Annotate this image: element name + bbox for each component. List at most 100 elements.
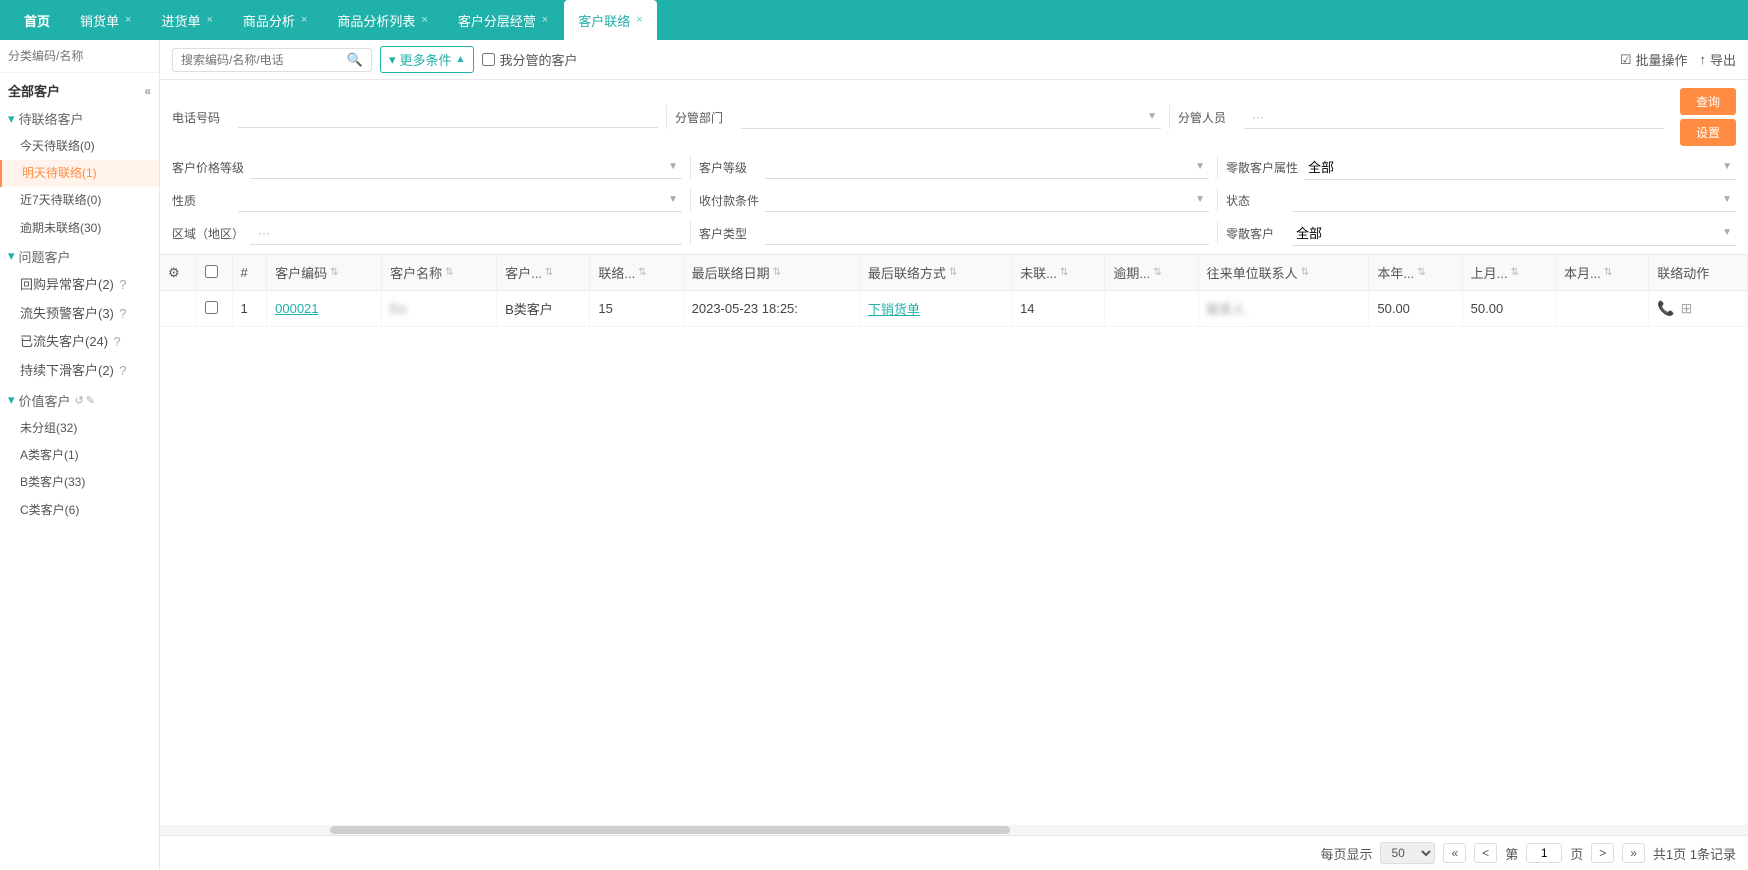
filter-cust-grade-select[interactable]: ▼: [765, 155, 1209, 179]
nav-purchase[interactable]: 进货单 ×: [147, 0, 226, 40]
th-code[interactable]: 客户编码 ⇅: [267, 255, 382, 291]
filter-label: 更多条件: [400, 50, 452, 69]
th-last-month[interactable]: 上月... ⇅: [1462, 255, 1555, 291]
page-size-select[interactable]: 50 100 200: [1380, 842, 1435, 864]
prev-page-btn[interactable]: <: [1474, 843, 1497, 863]
th-no-contact[interactable]: 未联... ⇅: [1012, 255, 1105, 291]
th-contact-count[interactable]: 联络... ⇅: [590, 255, 683, 291]
export-label: 导出: [1710, 50, 1736, 69]
sidebar-item-churned[interactable]: 已流失客户(24) ?: [0, 328, 159, 357]
filter-price-grade-select[interactable]: ▼: [250, 155, 682, 179]
scrollbar-thumb[interactable]: [330, 826, 1010, 834]
nav-goods-list[interactable]: 商品分析列表 ×: [323, 0, 441, 40]
nav-sale-close[interactable]: ×: [125, 14, 131, 26]
subperson-dots-icon[interactable]: ···: [1248, 110, 1268, 124]
nav-goods-analysis-close[interactable]: ×: [301, 14, 307, 26]
sidebar-item-churn[interactable]: 流失预警客户(3) ?: [0, 300, 159, 329]
churned-help-icon[interactable]: ?: [113, 334, 120, 349]
filter-retail-cust-select[interactable]: 全部 ▼: [1292, 220, 1736, 246]
subdept-chevron-icon: ▼: [1147, 111, 1157, 122]
sidebar-item-ungroup[interactable]: 未分组(32): [0, 415, 159, 442]
main-content: 🔍 ▾ 更多条件 ▲ 我分管的客户 ☑ 批量操作 ↑ 导出: [160, 40, 1748, 870]
nav-customer-tier-close[interactable]: ×: [542, 14, 548, 26]
search-input[interactable]: [181, 53, 347, 67]
th-type[interactable]: 客户... ⇅: [497, 255, 590, 291]
horizontal-scrollbar[interactable]: [160, 825, 1748, 835]
th-last-date[interactable]: 最后联络日期 ⇅: [683, 255, 859, 291]
current-page-input[interactable]: [1526, 843, 1562, 863]
th-year[interactable]: 本年... ⇅: [1369, 255, 1462, 291]
sidebar-item-classA[interactable]: A类客户(1): [0, 442, 159, 469]
first-page-btn[interactable]: «: [1443, 843, 1466, 863]
filter-payment-select[interactable]: ▼: [765, 188, 1209, 212]
filter-gender-select[interactable]: ▼: [238, 188, 682, 212]
area-dots-icon[interactable]: ···: [254, 226, 274, 240]
price-grade-chevron-icon: ▼: [668, 161, 678, 172]
sidebar-item-today[interactable]: 今天待联络(0): [0, 133, 159, 160]
sidebar-item-classC[interactable]: C类客户(6): [0, 497, 159, 524]
th-this-month[interactable]: 本月... ⇅: [1555, 255, 1648, 291]
code-sort-icon: ⇅: [330, 267, 338, 278]
last-page-btn[interactable]: »: [1622, 843, 1645, 863]
select-all-checkbox[interactable]: [205, 265, 218, 278]
batch-op-btn[interactable]: ☑ 批量操作: [1620, 50, 1688, 69]
filter-cust-type-select[interactable]: [765, 221, 1209, 245]
sidebar: 🔍 全部客户 « ▾ 待联络客户 今天待联络(0) 明天待联络(1) 近7天待联…: [0, 40, 160, 870]
filter-retail-attr-select[interactable]: 全部 ▼: [1304, 154, 1736, 180]
th-unit-contact[interactable]: 往来单位联系人 ⇅: [1198, 255, 1369, 291]
customer-code-link[interactable]: 000021: [275, 301, 318, 316]
filter-phone-label: 电话号码: [172, 109, 232, 126]
nav-customer-contact[interactable]: 客户联络 ×: [564, 0, 656, 40]
grid-action-icon[interactable]: ⊞: [1681, 300, 1693, 317]
filter-more-btn[interactable]: ▾ 更多条件 ▲: [380, 46, 474, 73]
td-last-method[interactable]: 下销货单: [859, 291, 1011, 327]
settings-icon[interactable]: ⚙: [168, 265, 180, 280]
td-code[interactable]: 000021: [267, 291, 382, 327]
row-checkbox[interactable]: [205, 301, 218, 314]
filter-subperson-select[interactable]: ···: [1244, 105, 1664, 129]
sidebar-item-repurchase[interactable]: 回购异常客户(2) ?: [0, 271, 159, 300]
th-name[interactable]: 客户名称 ⇅: [382, 255, 497, 291]
filter-status-select[interactable]: ▼: [1292, 188, 1736, 212]
churn-help-icon[interactable]: ?: [119, 306, 126, 321]
filter-area-select[interactable]: ···: [250, 221, 682, 245]
next-page-btn[interactable]: >: [1591, 843, 1614, 863]
sidebar-group-value[interactable]: ▾ 价值客户 ↺ ✎: [0, 386, 159, 415]
search-button-icon[interactable]: 🔍: [347, 52, 363, 68]
last-method-link[interactable]: 下销货单: [868, 302, 920, 317]
phone-action-icon[interactable]: 📞: [1657, 300, 1674, 317]
nav-home[interactable]: 首页: [10, 0, 64, 40]
nav-sale[interactable]: 销货单 ×: [66, 0, 145, 40]
declining-help-icon[interactable]: ?: [119, 363, 126, 378]
date-sort-icon: ⇅: [773, 267, 781, 278]
sidebar-search-input[interactable]: [8, 49, 160, 63]
my-customers-checkbox[interactable]: [482, 53, 495, 66]
filter-retail-cust-label: 零散客户: [1226, 225, 1286, 242]
query-btn[interactable]: 查询: [1680, 88, 1736, 115]
filter-subdept-select[interactable]: ▼: [741, 105, 1161, 129]
export-btn[interactable]: ↑ 导出: [1699, 50, 1736, 69]
nav-goods-analysis[interactable]: 商品分析 ×: [229, 0, 321, 40]
filter-row-2: 客户价格等级 ▼ 客户等级 ▼ 零散客户属性 全部: [172, 154, 1736, 180]
sidebar-item-classB[interactable]: B类客户(33): [0, 469, 159, 496]
sidebar-group-problem[interactable]: ▾ 问题客户: [0, 242, 159, 271]
value-edit-icon[interactable]: ✎: [86, 394, 95, 407]
th-overdue[interactable]: 逾期... ⇅: [1105, 255, 1198, 291]
nav-customer-tier[interactable]: 客户分层经营 ×: [444, 0, 562, 40]
th-last-method[interactable]: 最后联络方式 ⇅: [859, 255, 1011, 291]
sidebar-item-week[interactable]: 近7天待联络(0): [0, 187, 159, 214]
nav-customer-contact-close[interactable]: ×: [636, 14, 642, 26]
repurchase-help-icon[interactable]: ?: [119, 277, 126, 292]
td-unit-contact: 联系人: [1198, 291, 1369, 327]
nav-goods-list-close[interactable]: ×: [421, 14, 427, 26]
sidebar-item-tomorrow[interactable]: 明天待联络(1): [0, 160, 159, 187]
nav-purchase-close[interactable]: ×: [206, 14, 212, 26]
filter-phone-input[interactable]: [238, 107, 658, 128]
sidebar-group-pending[interactable]: ▾ 待联络客户: [0, 104, 159, 133]
sidebar-collapse-icon[interactable]: «: [144, 84, 151, 98]
sidebar-search-bar: 🔍: [0, 40, 159, 73]
sidebar-item-declining[interactable]: 持续下滑客户(2) ?: [0, 357, 159, 386]
set-btn[interactable]: 设置: [1680, 119, 1736, 146]
value-refresh-icon[interactable]: ↺: [75, 394, 84, 407]
sidebar-item-overdue[interactable]: 逾期未联络(30): [0, 215, 159, 242]
